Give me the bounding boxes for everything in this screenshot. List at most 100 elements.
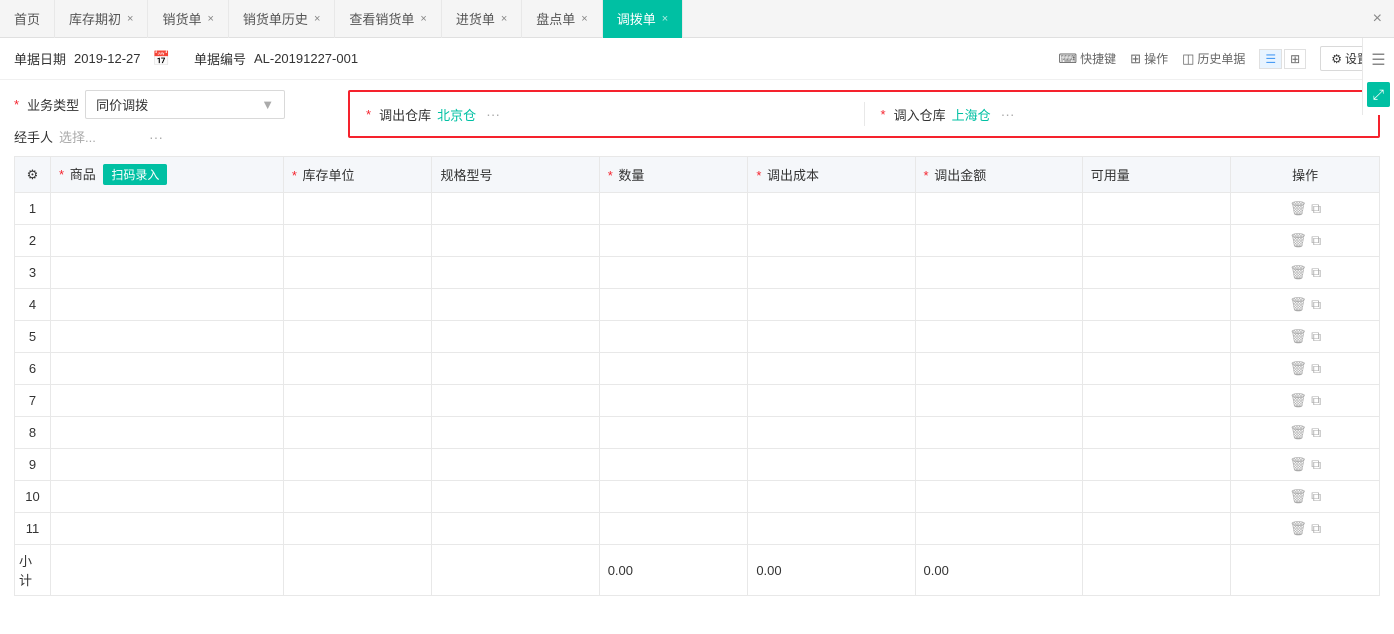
amount-cell-3[interactable] xyxy=(915,257,1082,289)
delete-icon-4[interactable]: 🗑 xyxy=(1289,296,1307,313)
gear-settings-icon[interactable]: ⚙ xyxy=(27,167,39,182)
cost-cell-11[interactable] xyxy=(748,513,915,545)
history-btn[interactable]: ◫ 历史单据 xyxy=(1182,50,1245,67)
list-view-btn[interactable]: ☰ xyxy=(1259,49,1282,69)
spec-cell-8[interactable] xyxy=(432,417,599,449)
unit-cell-10[interactable] xyxy=(283,481,432,513)
product-cell-11[interactable] xyxy=(51,513,284,545)
qty-cell-10[interactable] xyxy=(599,481,748,513)
available-cell-10[interactable] xyxy=(1082,481,1231,513)
unit-cell-5[interactable] xyxy=(283,321,432,353)
amount-cell-10[interactable] xyxy=(915,481,1082,513)
calendar-icon[interactable]: 📅 xyxy=(153,50,170,67)
product-cell-1[interactable] xyxy=(51,193,284,225)
amount-cell-7[interactable] xyxy=(915,385,1082,417)
available-cell-9[interactable] xyxy=(1082,449,1231,481)
close-view-sales[interactable]: × xyxy=(420,13,426,25)
amount-cell-5[interactable] xyxy=(915,321,1082,353)
spec-cell-6[interactable] xyxy=(432,353,599,385)
delete-icon-10[interactable]: 🗑 xyxy=(1289,488,1307,505)
available-cell-6[interactable] xyxy=(1082,353,1231,385)
operations-btn[interactable]: ⊞ 操作 xyxy=(1130,50,1168,67)
delete-icon-3[interactable]: 🗑 xyxy=(1289,264,1307,281)
close-inventory-check[interactable]: × xyxy=(581,13,587,25)
tab-sales-order[interactable]: 销货单 × xyxy=(148,0,228,38)
cost-cell-7[interactable] xyxy=(748,385,915,417)
product-cell-5[interactable] xyxy=(51,321,284,353)
tab-inventory-check[interactable]: 盘点单 × xyxy=(522,0,602,38)
qty-cell-2[interactable] xyxy=(599,225,748,257)
cost-cell-10[interactable] xyxy=(748,481,915,513)
qty-cell-1[interactable] xyxy=(599,193,748,225)
tab-view-sales[interactable]: 查看销货单 × xyxy=(335,0,441,38)
close-sales-order[interactable]: × xyxy=(207,13,213,25)
available-cell-1[interactable] xyxy=(1082,193,1231,225)
available-cell-7[interactable] xyxy=(1082,385,1231,417)
amount-cell-8[interactable] xyxy=(915,417,1082,449)
unit-cell-3[interactable] xyxy=(283,257,432,289)
delete-icon-1[interactable]: 🗑 xyxy=(1289,200,1307,217)
copy-icon-7[interactable]: ⧉ xyxy=(1311,392,1321,409)
qty-cell-3[interactable] xyxy=(599,257,748,289)
delete-icon-9[interactable]: 🗑 xyxy=(1289,456,1307,473)
tab-purchase-order[interactable]: 进货单 × xyxy=(442,0,522,38)
tab-inventory-init[interactable]: 库存期初 × xyxy=(55,0,148,38)
handler-more-icon[interactable]: ··· xyxy=(149,129,163,145)
spec-cell-10[interactable] xyxy=(432,481,599,513)
delete-icon-7[interactable]: 🗑 xyxy=(1289,392,1307,409)
shortcuts-btn[interactable]: ⌨ 快捷键 xyxy=(1058,50,1116,67)
unit-cell-11[interactable] xyxy=(283,513,432,545)
unit-cell-1[interactable] xyxy=(283,193,432,225)
available-cell-2[interactable] xyxy=(1082,225,1231,257)
spec-cell-4[interactable] xyxy=(432,289,599,321)
qty-cell-9[interactable] xyxy=(599,449,748,481)
product-cell-6[interactable] xyxy=(51,353,284,385)
transfer-out-value[interactable]: 北京仓 xyxy=(437,105,476,124)
available-cell-11[interactable] xyxy=(1082,513,1231,545)
qty-cell-11[interactable] xyxy=(599,513,748,545)
spec-cell-9[interactable] xyxy=(432,449,599,481)
amount-cell-6[interactable] xyxy=(915,353,1082,385)
qty-cell-7[interactable] xyxy=(599,385,748,417)
product-cell-10[interactable] xyxy=(51,481,284,513)
unit-cell-6[interactable] xyxy=(283,353,432,385)
amount-cell-1[interactable] xyxy=(915,193,1082,225)
handler-placeholder[interactable]: 选择... xyxy=(59,127,139,146)
cost-cell-2[interactable] xyxy=(748,225,915,257)
copy-icon-10[interactable]: ⧉ xyxy=(1311,488,1321,505)
copy-icon-9[interactable]: ⧉ xyxy=(1311,456,1321,473)
sidebar-expand-icon[interactable]: ⤢ xyxy=(1367,82,1390,107)
delete-icon-8[interactable]: 🗑 xyxy=(1289,424,1307,441)
qty-cell-8[interactable] xyxy=(599,417,748,449)
copy-icon-1[interactable]: ⧉ xyxy=(1311,200,1321,217)
unit-cell-4[interactable] xyxy=(283,289,432,321)
business-type-select[interactable]: 同价调拨 ▼ xyxy=(85,90,285,119)
available-cell-8[interactable] xyxy=(1082,417,1231,449)
spec-cell-7[interactable] xyxy=(432,385,599,417)
unit-cell-8[interactable] xyxy=(283,417,432,449)
amount-cell-4[interactable] xyxy=(915,289,1082,321)
close-sales-history[interactable]: × xyxy=(314,13,320,25)
close-inventory-init[interactable]: × xyxy=(127,13,133,25)
copy-icon-2[interactable]: ⧉ xyxy=(1311,232,1321,249)
cost-cell-1[interactable] xyxy=(748,193,915,225)
qty-cell-5[interactable] xyxy=(599,321,748,353)
transfer-out-more-icon[interactable]: ··· xyxy=(486,106,500,122)
close-all-tabs[interactable]: × xyxy=(1361,10,1394,28)
scan-barcode-btn[interactable]: 扫码录入 xyxy=(103,164,167,185)
amount-cell-11[interactable] xyxy=(915,513,1082,545)
available-cell-5[interactable] xyxy=(1082,321,1231,353)
copy-icon-4[interactable]: ⧉ xyxy=(1311,296,1321,313)
spec-cell-2[interactable] xyxy=(432,225,599,257)
product-cell-8[interactable] xyxy=(51,417,284,449)
delete-icon-11[interactable]: 🗑 xyxy=(1289,520,1307,537)
copy-icon-8[interactable]: ⧉ xyxy=(1311,424,1321,441)
transfer-in-value[interactable]: 上海仓 xyxy=(952,105,991,124)
cost-cell-8[interactable] xyxy=(748,417,915,449)
close-purchase-order[interactable]: × xyxy=(501,13,507,25)
product-cell-9[interactable] xyxy=(51,449,284,481)
spec-cell-11[interactable] xyxy=(432,513,599,545)
product-cell-7[interactable] xyxy=(51,385,284,417)
tab-sales-history[interactable]: 销货单历史 × xyxy=(229,0,335,38)
delete-icon-6[interactable]: 🗑 xyxy=(1289,360,1307,377)
